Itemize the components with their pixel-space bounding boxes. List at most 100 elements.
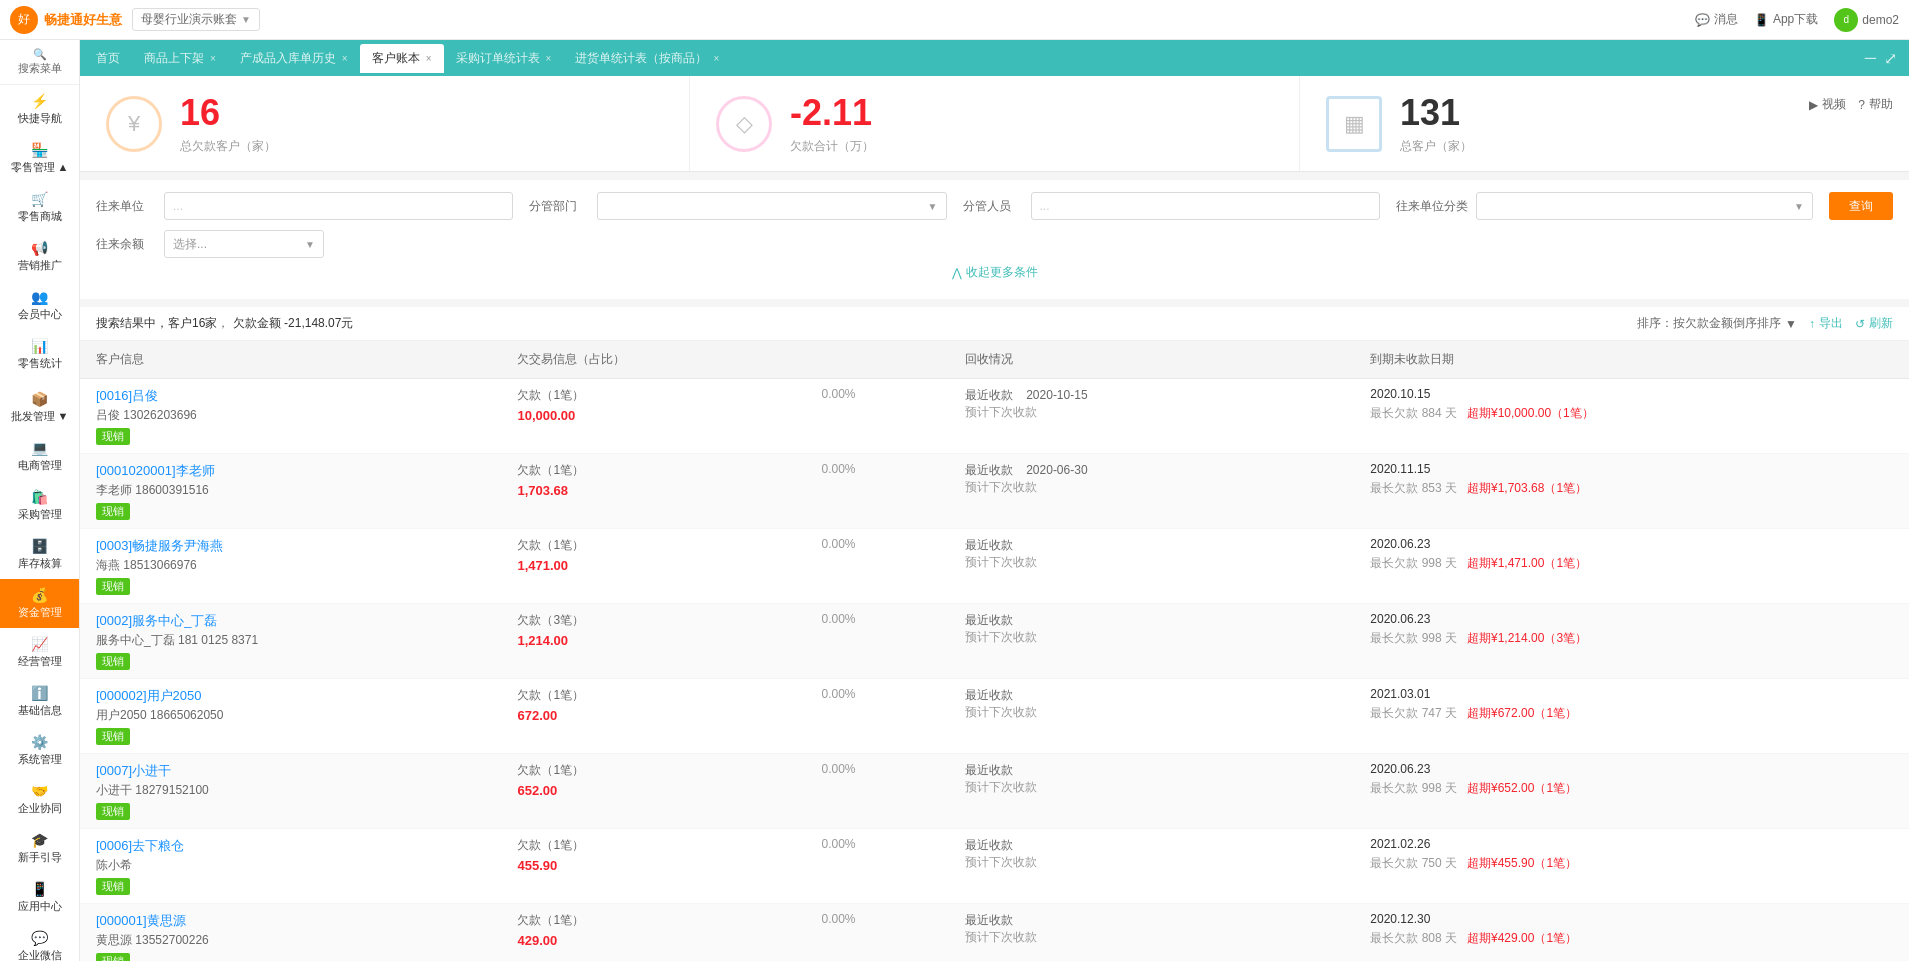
sidebar-item-inventory[interactable]: 🗄️ 库存核算 [0,530,79,579]
unit-category-select[interactable]: ▼ [1476,192,1813,220]
debt-amount-3: 1,214.00 [517,633,789,648]
video-btn[interactable]: ▶ 视频 [1809,96,1846,113]
sidebar-item-retail-stats[interactable]: 📊 零售统计 [0,330,79,379]
next-payment-0: 预计下次收款 [965,404,1269,421]
cell-debt-4: 欠款（1笔） 672.00 [501,679,805,754]
customer-link-5[interactable]: [0007]小进干 [96,763,171,778]
retail-stats-label: 零售统计 [18,356,62,371]
message-btn[interactable]: 💬 消息 [1695,11,1738,28]
next-payment-2: 预计下次收款 [965,554,1269,571]
sidebar-item-retail-store[interactable]: 🛒 零售商城 [0,183,79,232]
cell-due-date-2: 2020.06.23 最长欠款 998 天 超期¥1,471.00（1笔） [1354,529,1909,604]
user-menu[interactable]: d demo2 [1834,8,1899,32]
next-payment-7: 预计下次收款 [965,929,1269,946]
tab-product-offline[interactable]: 商品上下架 × [132,44,228,73]
department-select[interactable]: ▼ [597,192,946,220]
stat-label-2: 欠款合计（万） [790,138,1275,155]
customer-link-1[interactable]: [0001020001]李老师 [96,463,215,478]
app-download-btn[interactable]: 📱 App下载 [1754,11,1818,28]
tab-customer-account[interactable]: 客户账本 × [360,44,444,73]
sidebar-item-wholesale-mgmt[interactable]: 📦 批发管理 ▼ [0,383,79,432]
overdue-amount-7[interactable]: 超期¥429.00（1笔） [1467,931,1577,945]
percent-6: 0.00% [821,837,855,851]
from-unit-input[interactable]: ... [164,192,513,220]
overdue-amount-4[interactable]: 超期¥672.00（1笔） [1467,706,1577,720]
help-btn[interactable]: ? 帮助 [1858,96,1893,113]
sidebar-item-new-guide[interactable]: 🎓 新手引导 [0,824,79,873]
cell-recovery-detail-5 [1285,754,1354,829]
tab-maximize-btn[interactable]: ⤢ [1884,49,1897,68]
recent-payment-7: 最近收款 [965,912,1269,929]
store-selector[interactable]: 母婴行业演示账套 ▼ [132,8,260,31]
customer-link-7[interactable]: [000001]黄思源 [96,913,186,928]
sidebar-item-system-mgmt[interactable]: ⚙️ 系统管理 [0,726,79,775]
overdue-amount-5[interactable]: 超期¥652.00（1笔） [1467,781,1577,795]
debt-amount-4: 672.00 [517,708,789,723]
cell-percent-7: 0.00% [805,904,948,962]
tab-product-history-label: 产成品入库单历史 [240,50,336,67]
stats-row: ¥ 16 总欠款客户（家） ◇ -2.11 欠款合计（万） [80,76,1909,172]
cell-debt-3: 欠款（3笔） 1,214.00 [501,604,805,679]
tab-product-history-close[interactable]: × [342,53,348,64]
sidebar-item-purchase-mgmt[interactable]: 🛍️ 采购管理 [0,481,79,530]
table-row: [0006]去下粮仓 陈小希 现销 欠款（1笔） 455.90 0.00% 最近… [80,829,1909,904]
balance-select[interactable]: 选择... ▼ [164,230,324,258]
sidebar-item-retail-mgmt[interactable]: 🏪 零售管理 ▲ [0,134,79,183]
stat-info-2: -2.11 欠款合计（万） [790,92,1275,155]
sidebar-item-enterprise-wechat[interactable]: 💬 企业微信 [0,922,79,961]
customer-link-0[interactable]: [0016]吕俊 [96,388,158,403]
customer-tag-5: 现销 [96,803,130,820]
tab-purchase-stat-close[interactable]: × [713,53,719,64]
sidebar-item-search[interactable]: 🔍 搜索菜单 [0,40,79,85]
tab-purchase-stat[interactable]: 进货单统计表（按商品） × [563,44,731,73]
customer-link-2[interactable]: [0003]畅捷服务尹海燕 [96,538,223,553]
search-button[interactable]: 查询 [1829,192,1893,220]
customer-link-4[interactable]: [000002]用户2050 [96,688,202,703]
tab-product-offline-close[interactable]: × [210,53,216,64]
cell-due-date-1: 2020.11.15 最长欠款 853 天 超期¥1,703.68（1笔） [1354,454,1909,529]
from-unit-placeholder: ... [173,199,183,213]
stat-card-1: ¥ 16 总欠款客户（家） [80,76,690,171]
sidebar-item-member-center[interactable]: 👥 会员中心 [0,281,79,330]
debt-amount-2: 1,471.00 [517,558,789,573]
tab-minimize-btn[interactable]: ─ [1865,49,1876,68]
sort-select[interactable]: 排序：按欠款金额倒序排序 ▼ [1637,315,1797,332]
manager-input[interactable]: ... [1031,192,1380,220]
tab-purchase-order-close[interactable]: × [546,53,552,64]
tab-home[interactable]: 首页 [84,44,132,73]
ecom-mgmt-label: 电商管理 [18,458,62,473]
cell-debt-5: 欠款（1笔） 652.00 [501,754,805,829]
tab-customer-account-close[interactable]: × [426,53,432,64]
customer-phone-4: 用户2050 18665062050 [96,707,485,724]
sort-label: 排序：按欠款金额倒序排序 [1637,315,1781,332]
tab-bar: 首页 商品上下架 × 产成品入库单历史 × 客户账本 × 采购订单统计表 × [80,40,1909,76]
overdue-amount-2[interactable]: 超期¥1,471.00（1笔） [1467,556,1587,570]
sidebar-item-app-center[interactable]: 📱 应用中心 [0,873,79,922]
overdue-amount-0[interactable]: 超期¥10,000.00（1笔） [1467,406,1594,420]
overdue-amount-3[interactable]: 超期¥1,214.00（3笔） [1467,631,1587,645]
export-btn[interactable]: ↑ 导出 [1809,315,1843,332]
sidebar-item-capital-mgmt[interactable]: 💰 资金管理 [0,579,79,628]
customer-link-6[interactable]: [0006]去下粮仓 [96,838,184,853]
sidebar-item-basic-info[interactable]: ℹ️ 基础信息 [0,677,79,726]
sidebar-item-ecom-mgmt[interactable]: 💻 电商管理 [0,432,79,481]
collapse-btn[interactable]: ⋀ 收起更多条件 [102,264,1887,281]
overdue-date-2: 2020.06.23 [1370,537,1893,551]
debt-amount-7: 429.00 [517,933,789,948]
overdue-amount-1[interactable]: 超期¥1,703.68（1笔） [1467,481,1587,495]
next-payment-4: 预计下次收款 [965,704,1269,721]
sidebar-item-quick-nav[interactable]: ⚡ 快捷导航 [0,85,79,134]
customer-link-3[interactable]: [0002]服务中心_丁磊 [96,613,217,628]
customer-tag-0: 现销 [96,428,130,445]
sidebar-item-ops-mgmt[interactable]: 📈 经营管理 [0,628,79,677]
sidebar-item-enterprise-collab[interactable]: 🤝 企业协同 [0,775,79,824]
refresh-btn[interactable]: ↺ 刷新 [1855,315,1893,332]
overdue-amount-6[interactable]: 超期¥455.90（1笔） [1467,856,1577,870]
cell-recovery-detail-7 [1285,904,1354,962]
sidebar-item-marketing[interactable]: 📢 营销推广 [0,232,79,281]
refresh-label: 刷新 [1869,315,1893,332]
tab-product-history[interactable]: 产成品入库单历史 × [228,44,360,73]
debt-count-1: 欠款（1笔） [517,462,789,479]
table-row: [000001]黄思源 黄思源 13552700226 现销 欠款（1笔） 42… [80,904,1909,962]
tab-purchase-order[interactable]: 采购订单统计表 × [444,44,564,73]
